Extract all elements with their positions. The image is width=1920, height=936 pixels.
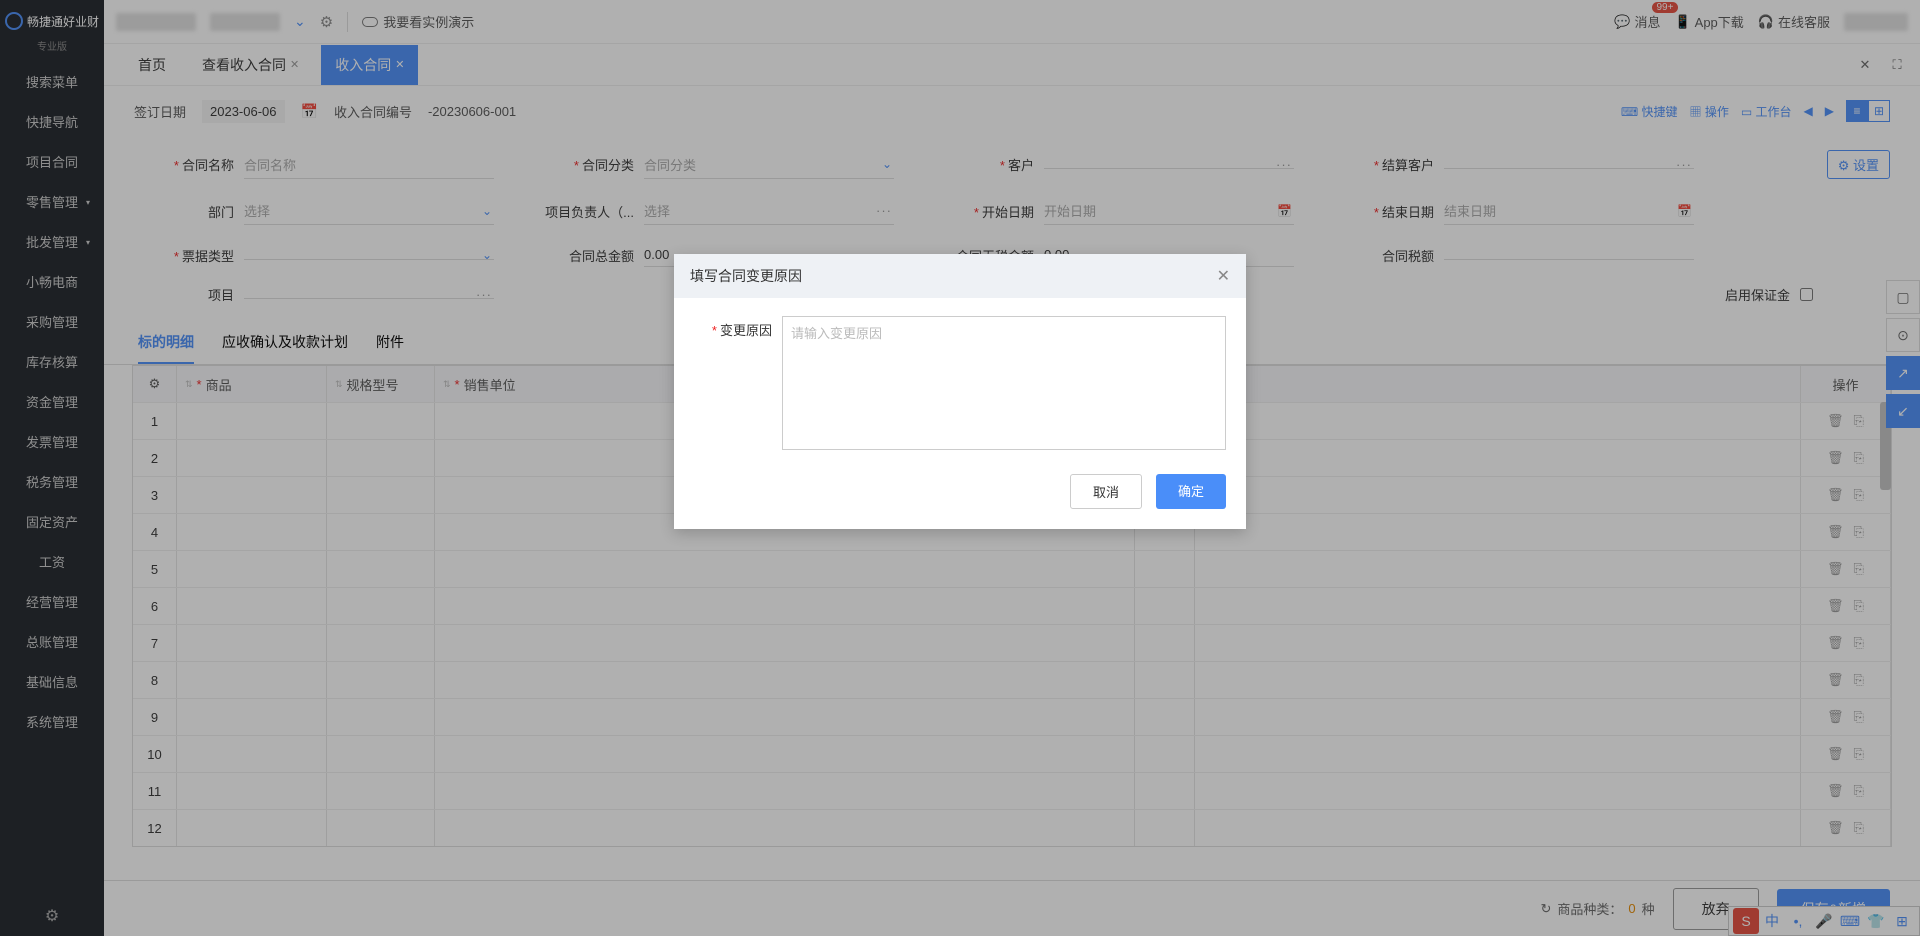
ok-button[interactable]: 确定 bbox=[1156, 474, 1226, 509]
reason-label: 变更原因 bbox=[694, 316, 772, 450]
cancel-button[interactable]: 取消 bbox=[1070, 474, 1142, 509]
change-reason-modal: 填写合同变更原因 ✕ 变更原因 取消 确定 bbox=[674, 254, 1246, 529]
modal-header: 填写合同变更原因 ✕ bbox=[674, 254, 1246, 298]
modal-title: 填写合同变更原因 bbox=[690, 266, 802, 286]
reason-textarea[interactable] bbox=[782, 316, 1226, 450]
modal-close-button[interactable]: ✕ bbox=[1217, 266, 1230, 286]
